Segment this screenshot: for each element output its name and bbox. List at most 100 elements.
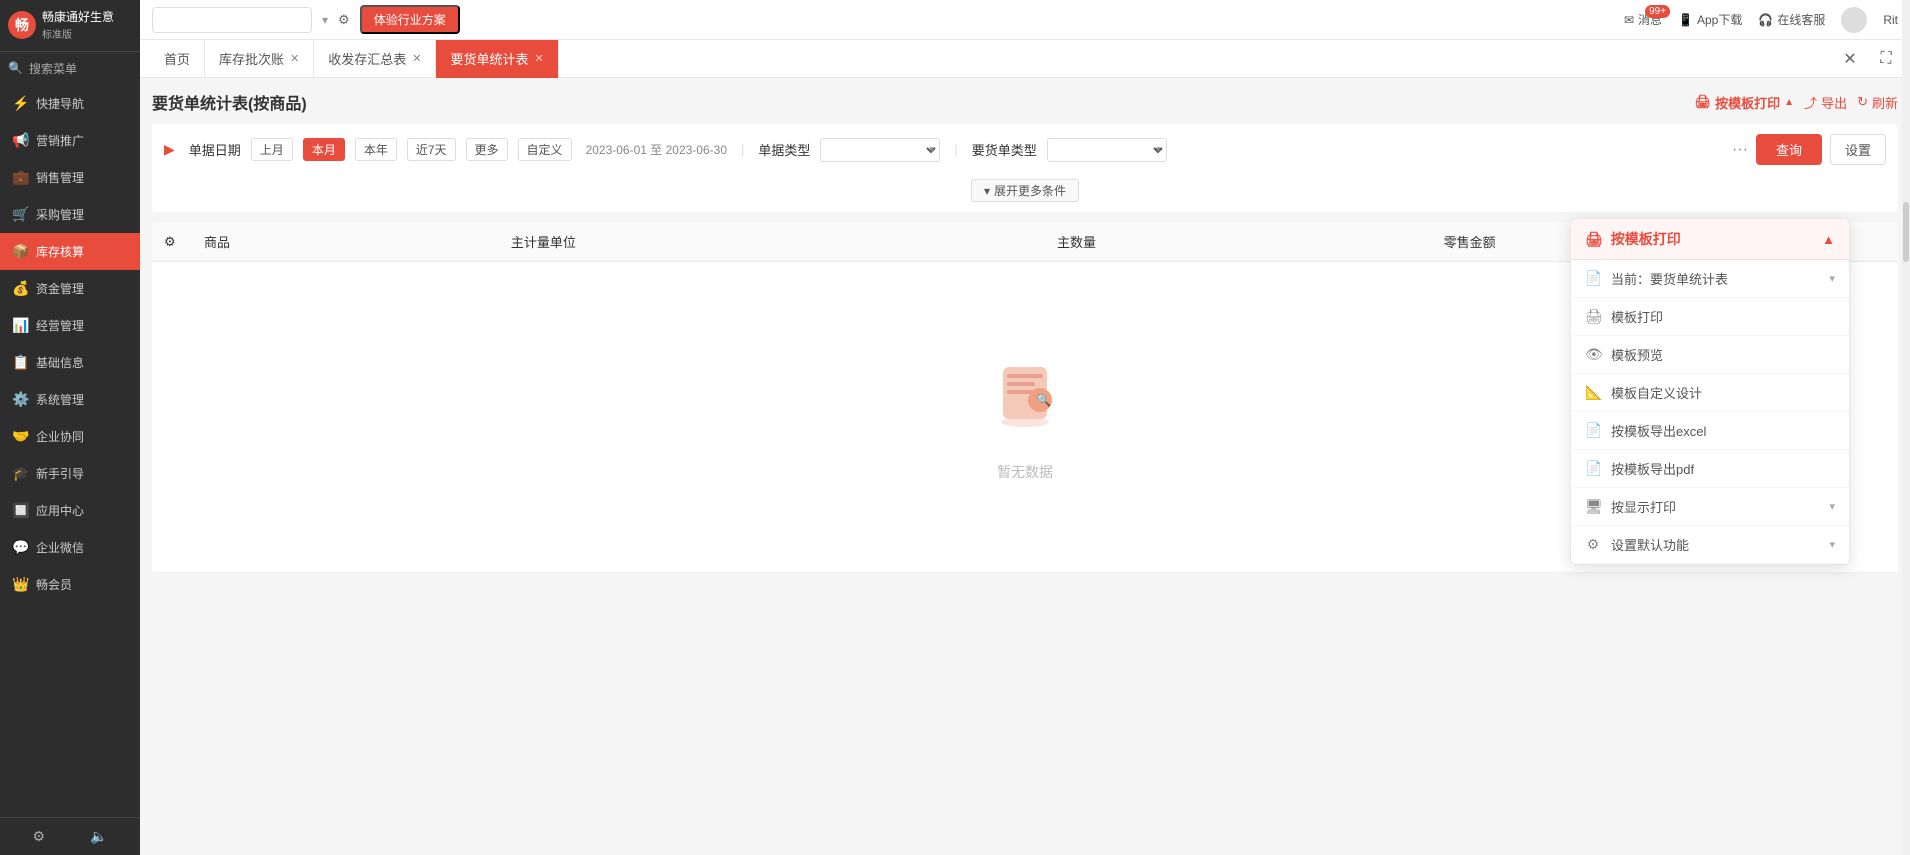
tab-order-stats[interactable]: 要货单统计表 ✕: [436, 40, 558, 78]
set-default-icon: ⚙: [1585, 536, 1601, 553]
settings-button[interactable]: 设置: [1830, 134, 1886, 165]
dropdown-item-export-pdf[interactable]: 📄 按模板导出pdf: [1571, 450, 1849, 488]
right-scrollbar[interactable]: [1902, 0, 1910, 855]
export-label: 导出: [1821, 93, 1847, 112]
dropdown-item-export-excel[interactable]: 📄 按模板导出excel: [1571, 412, 1849, 450]
sidebar-search[interactable]: 🔍 搜索菜单: [0, 52, 140, 85]
sound-icon[interactable]: 🔈: [90, 828, 107, 845]
sidebar-item-newbie[interactable]: 🎓 新手引导: [0, 455, 140, 492]
tab-inventory-batch-close[interactable]: ✕: [290, 52, 299, 65]
date-custom-button[interactable]: 自定义: [518, 138, 572, 161]
sidebar-logo: 畅 畅康通好生意 标准版: [0, 0, 140, 52]
empty-text: 暂无数据: [997, 462, 1053, 482]
app-download-button[interactable]: 📱 App下载: [1678, 11, 1742, 28]
sidebar-item-member[interactable]: 👑 畅会员: [0, 566, 140, 603]
sidebar-item-apps[interactable]: 🔲 应用中心: [0, 492, 140, 529]
more-options-icon[interactable]: ···: [1732, 141, 1748, 159]
tab-maximize-icon[interactable]: ⛶: [1872, 45, 1900, 73]
sidebar-item-marketing[interactable]: 📢 营销推广: [0, 122, 140, 159]
date-more-button[interactable]: 更多: [466, 138, 508, 161]
custom-design-item-label: 模板自定义设计: [1611, 383, 1702, 402]
set-default-item[interactable]: ⚙ 设置默认功能 ▾: [1571, 526, 1849, 564]
sidebar-item-basic[interactable]: 📋 基础信息: [0, 344, 140, 381]
operations-icon: 📊: [12, 317, 28, 334]
home-tab-label: 首页: [164, 49, 190, 68]
tab-close-all-icon[interactable]: ✕: [1836, 45, 1864, 73]
online-service-button[interactable]: 🎧 在线客服: [1758, 11, 1825, 28]
user-avatar[interactable]: [1841, 7, 1867, 33]
sidebar-item-collab[interactable]: 🤝 企业协同: [0, 418, 140, 455]
dropdown-item-custom-design[interactable]: 📐 模板自定义设计: [1571, 374, 1849, 412]
sidebar-item-label: 快捷导航: [36, 95, 84, 112]
sidebar-item-label: 基础信息: [36, 354, 84, 371]
table-settings-icon[interactable]: ⚙: [164, 234, 176, 249]
current-template-item[interactable]: 📄 当前：要货单统计表 ▾: [1571, 260, 1849, 298]
export-icon: ⤴: [1804, 93, 1817, 112]
message-icon: ✉: [1624, 13, 1634, 27]
sidebar-item-sales[interactable]: 💼 销售管理: [0, 159, 140, 196]
dropdown-close-chevron[interactable]: ▲: [1822, 232, 1835, 247]
display-print-item[interactable]: 🖥 按显示打印 ▾: [1571, 488, 1849, 526]
app-name: 畅康通好生意 标准版: [42, 10, 114, 41]
topbar-right: ✉ 消息 99+ 📱 App下载 🎧 在线客服 Rit: [1624, 7, 1898, 33]
sidebar-item-operations[interactable]: 📊 经营管理: [0, 307, 140, 344]
require-type-select[interactable]: [1047, 138, 1167, 162]
topbar-search-input[interactable]: [152, 7, 312, 33]
newbie-icon: 🎓: [12, 465, 28, 482]
filter-arrow-icon[interactable]: ▶: [164, 141, 175, 158]
refresh-label: 刷新: [1872, 93, 1898, 112]
print-chevron-icon: ▲: [1784, 97, 1794, 108]
empty-illustration: 🔍: [985, 352, 1065, 446]
dropdown-item-print-template[interactable]: 🖨 模板打印: [1571, 298, 1849, 336]
sidebar-item-label: 采购管理: [36, 206, 84, 223]
settings-icon[interactable]: ⚙: [33, 828, 46, 845]
export-button[interactable]: ⤴ 导出: [1804, 93, 1847, 112]
tab-receivable-summary-close[interactable]: ✕: [412, 52, 421, 65]
purchase-icon: 🛒: [12, 206, 28, 223]
date-current-month-button[interactable]: 本月: [303, 138, 345, 161]
trial-button[interactable]: 体验行业方案: [360, 5, 460, 34]
filter-divider2: |: [954, 142, 957, 157]
tab-receivable-summary[interactable]: 收发存汇总表 ✕: [314, 40, 436, 78]
date-current-year-button[interactable]: 本年: [355, 138, 397, 161]
tab-order-stats-label: 要货单统计表: [450, 49, 528, 68]
refresh-button[interactable]: ↻ 刷新: [1857, 93, 1898, 112]
finance-icon: 💰: [12, 280, 28, 297]
dropdown-item-preview-template[interactable]: 👁 模板预览: [1571, 336, 1849, 374]
sidebar-item-purchase[interactable]: 🛒 采购管理: [0, 196, 140, 233]
sidebar-item-inventory[interactable]: 📦 库存核算: [0, 233, 140, 270]
print-icon: 🖨: [1695, 94, 1712, 110]
filter-expand-toggle[interactable]: ▶: [164, 141, 175, 158]
page-title: 要货单统计表(按商品): [152, 90, 307, 114]
quick-nav-icon: ⚡: [12, 95, 28, 112]
dropdown-title: 按模板打印: [1611, 229, 1681, 249]
tab-home[interactable]: 首页: [150, 40, 205, 78]
topbar-chevron-icon[interactable]: ▾: [322, 13, 328, 27]
wechat-icon: 💬: [12, 539, 28, 556]
set-default-chevron: ▾: [1829, 538, 1835, 551]
sidebar-item-system[interactable]: ⚙️ 系统管理: [0, 381, 140, 418]
filter-expand-row: ▾ 展开更多条件: [164, 175, 1886, 202]
current-template-chevron: ▾: [1829, 272, 1835, 285]
date-prev-month-button[interactable]: 上月: [251, 138, 293, 161]
topbar-settings-icon[interactable]: ⚙: [338, 12, 350, 28]
tab-inventory-batch[interactable]: 库存批次账 ✕: [205, 40, 314, 78]
type-filter-select[interactable]: [820, 138, 940, 162]
expand-more-button[interactable]: ▾ 展开更多条件: [971, 179, 1079, 202]
col-settings[interactable]: ⚙: [152, 222, 192, 262]
display-print-left: 🖥 按显示打印: [1585, 497, 1676, 516]
current-template-left: 📄 当前：要货单统计表: [1585, 269, 1728, 288]
member-icon: 👑: [12, 576, 28, 593]
messages-button[interactable]: ✉ 消息 99+: [1624, 11, 1662, 28]
messages-badge: 99+: [1645, 5, 1670, 18]
print-template-button[interactable]: 🖨 按模板打印 ▲: [1695, 93, 1794, 112]
sidebar-item-label: 营销推广: [36, 132, 84, 149]
date-last7days-button[interactable]: 近7天: [407, 138, 456, 161]
query-button[interactable]: 查询: [1756, 134, 1822, 165]
sidebar-item-quick-nav[interactable]: ⚡ 快捷导航: [0, 85, 140, 122]
tabbar-right: ✕ ⛶: [1836, 45, 1900, 73]
search-label: 搜索菜单: [29, 60, 77, 77]
tab-order-stats-close[interactable]: ✕: [535, 52, 544, 65]
sidebar-item-finance[interactable]: 💰 资金管理: [0, 270, 140, 307]
sidebar-item-wechat[interactable]: 💬 企业微信: [0, 529, 140, 566]
